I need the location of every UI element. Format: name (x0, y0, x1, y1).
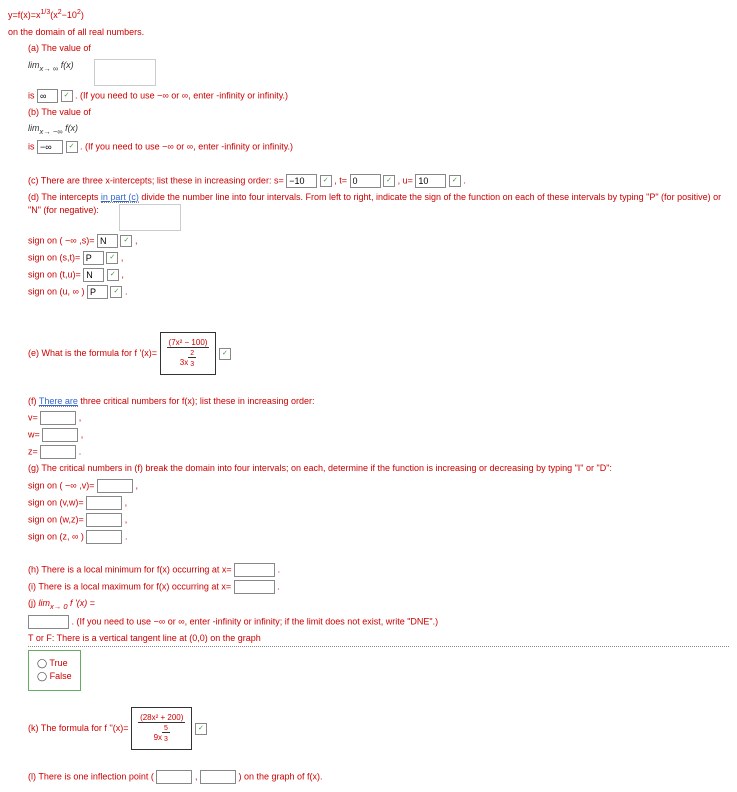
hint-j: . (If you need to use −∞ or ∞, enter -in… (72, 616, 439, 626)
part-a-title: (a) The value of (28, 42, 729, 56)
hint-a: . (If you need to use −∞ or ∞, enter -in… (75, 90, 288, 100)
v-label: v= (28, 412, 38, 422)
part-g-text: (g) The critical numbers in (f) break th… (28, 462, 729, 476)
t-label: , t= (334, 175, 347, 185)
check-k: ✓ (195, 723, 207, 735)
check-t: ✓ (383, 175, 395, 187)
input-g2[interactable] (86, 496, 122, 510)
limit-b: limx→ −∞ f(x) (28, 123, 78, 133)
domain-text: on the domain of all real numbers. (8, 26, 729, 40)
hint-b: . (If you need to use −∞ or ∞, enter -in… (80, 141, 293, 151)
part-f-text: (f) There are three critical numbers for… (28, 395, 729, 409)
check-d1: ✓ (120, 235, 132, 247)
input-g4[interactable] (86, 530, 122, 544)
check-u: ✓ (449, 175, 461, 187)
link-there-are[interactable]: There are (39, 396, 78, 407)
e-base: 3x23 (180, 358, 196, 367)
g-l2: sign on (v,w)= (28, 497, 84, 507)
g-l4: sign on (z, ∞ ) (28, 531, 84, 541)
part-c-text: (c) There are three x-intercepts; list t… (28, 175, 284, 185)
u-label: , u= (398, 175, 413, 185)
option-false[interactable]: ◯ False (37, 670, 72, 684)
part-b-title: (b) The value of (28, 106, 729, 120)
input-s[interactable] (286, 174, 317, 188)
part-e-text: (e) What is the formula for f '(x)= (28, 348, 157, 358)
input-h[interactable] (234, 563, 275, 577)
answer-a[interactable] (37, 89, 58, 103)
d-l3: sign on (t,u)= (28, 269, 81, 279)
answer-b[interactable] (37, 140, 63, 154)
g-l1: sign on ( −∞ ,v)= (28, 480, 94, 490)
true-false-group: ◯ True ◯ False (28, 650, 81, 691)
part-k-text: (k) The formula for f ''(x)= (28, 723, 129, 733)
check-b: ✓ (66, 141, 78, 153)
input-v[interactable] (40, 411, 76, 425)
input-w[interactable] (42, 428, 78, 442)
limit-a: limx→ ∞ f(x) (28, 60, 74, 70)
check-d3: ✓ (107, 269, 119, 281)
equation: y=f(x)=x1/3(x2−102) (8, 8, 729, 23)
part-i-text: (i) There is a local maximum for f(x) oc… (28, 581, 231, 591)
check-e: ✓ (219, 348, 231, 360)
input-u[interactable] (415, 174, 446, 188)
l-rest: ) on the graph of f(x). (238, 771, 322, 781)
comma: , (195, 771, 198, 781)
input-d3[interactable] (83, 268, 104, 282)
input-i[interactable] (234, 580, 275, 594)
input-d4[interactable] (87, 285, 108, 299)
part-h-text: (h) There is a local minimum for f(x) oc… (28, 564, 232, 574)
preview-box (94, 59, 156, 86)
part-l-text: (l) There is one inflection point ( (28, 771, 154, 781)
check-s: ✓ (320, 175, 332, 187)
d-l1: sign on ( −∞ ,s)= (28, 235, 94, 245)
input-j[interactable] (28, 615, 69, 629)
k-base: 9x53 (154, 733, 170, 742)
input-g1[interactable] (97, 479, 133, 493)
input-d1[interactable] (97, 234, 118, 248)
formula-e: (7x² − 100)3x23 (160, 332, 217, 375)
g-l3: sign on (w,z)= (28, 514, 84, 524)
d-l4: sign on (u, ∞ ) (28, 286, 84, 296)
input-t[interactable] (350, 174, 381, 188)
d-l2: sign on (s,t)= (28, 252, 80, 262)
is-label: is (28, 90, 35, 100)
input-l1[interactable] (156, 770, 192, 784)
check-a: ✓ (61, 90, 73, 102)
input-l2[interactable] (200, 770, 236, 784)
input-z[interactable] (40, 445, 76, 459)
part-j-lim: (j) limx→ 0 f '(x) = (28, 597, 729, 612)
formula-k: (28x² + 200)9x53 (131, 707, 192, 750)
input-d2[interactable] (83, 251, 104, 265)
preview-box-2 (119, 204, 181, 231)
input-g3[interactable] (86, 513, 122, 527)
check-d2: ✓ (106, 252, 118, 264)
option-true[interactable]: ◯ True (37, 657, 72, 671)
link-part-c[interactable]: in part (c) (101, 192, 139, 203)
w-label: w= (28, 429, 40, 439)
z-label: z= (28, 446, 38, 456)
is-label-b: is (28, 141, 35, 151)
part-j-q: T or F: There is a vertical tangent line… (28, 632, 729, 647)
check-d4: ✓ (110, 286, 122, 298)
